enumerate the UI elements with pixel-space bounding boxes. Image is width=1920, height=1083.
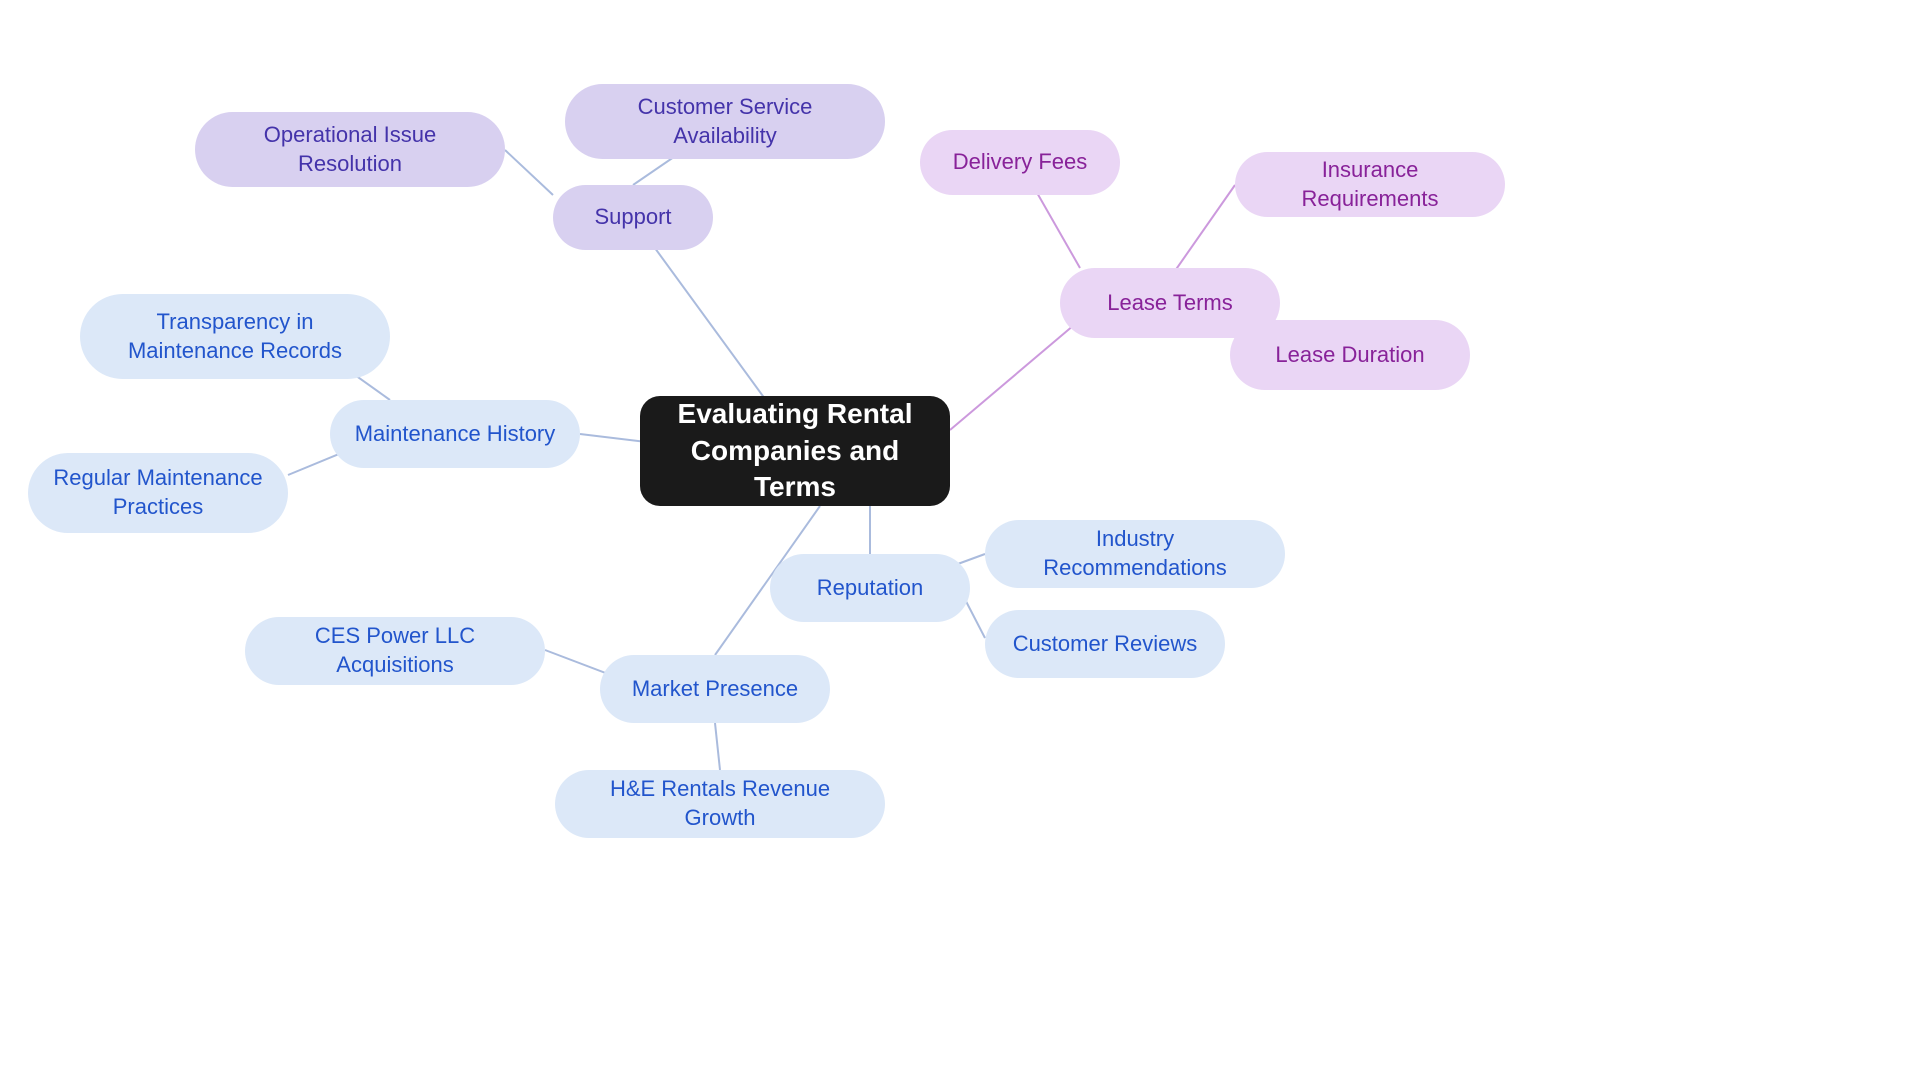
customer-reviews-label: Customer Reviews [1013,630,1198,659]
operational-issue-resolution-node: Operational Issue Resolution [195,112,505,187]
market-presence-label: Market Presence [632,675,798,704]
delivery-fees-label: Delivery Fees [953,148,1087,177]
lease-duration-label: Lease Duration [1275,341,1424,370]
insurance-requirements-node: Insurance Requirements [1235,152,1505,217]
center-node: Evaluating Rental Companies and Terms [640,396,950,506]
maintenance-history-node: Maintenance History [330,400,580,468]
delivery-fees-node: Delivery Fees [920,130,1120,195]
support-label: Support [594,203,671,232]
industry-recommendations-label: Industry Recommendations [1007,525,1263,582]
customer-service-availability-node: Customer Service Availability [565,84,885,159]
transparency-maintenance-records-label: Transparency in Maintenance Records [102,308,368,365]
ces-power-llc-node: CES Power LLC Acquisitions [245,617,545,685]
reputation-label: Reputation [817,574,923,603]
he-rentals-revenue-growth-node: H&E Rentals Revenue Growth [555,770,885,838]
maintenance-history-label: Maintenance History [355,420,556,449]
support-node: Support [553,185,713,250]
lease-terms-label: Lease Terms [1107,289,1233,318]
industry-recommendations-node: Industry Recommendations [985,520,1285,588]
ces-power-llc-label: CES Power LLC Acquisitions [267,622,523,679]
reputation-node: Reputation [770,554,970,622]
customer-reviews-node: Customer Reviews [985,610,1225,678]
regular-maintenance-practices-label: Regular Maintenance Practices [50,464,266,521]
he-rentals-revenue-growth-label: H&E Rentals Revenue Growth [577,775,863,832]
customer-service-availability-label: Customer Service Availability [587,93,863,150]
market-presence-node: Market Presence [600,655,830,723]
operational-issue-resolution-label: Operational Issue Resolution [217,121,483,178]
transparency-maintenance-records-node: Transparency in Maintenance Records [80,294,390,379]
center-label: Evaluating Rental Companies and Terms [662,396,928,505]
regular-maintenance-practices-node: Regular Maintenance Practices [28,453,288,533]
lease-duration-node: Lease Duration [1230,320,1470,390]
insurance-requirements-label: Insurance Requirements [1257,156,1483,213]
